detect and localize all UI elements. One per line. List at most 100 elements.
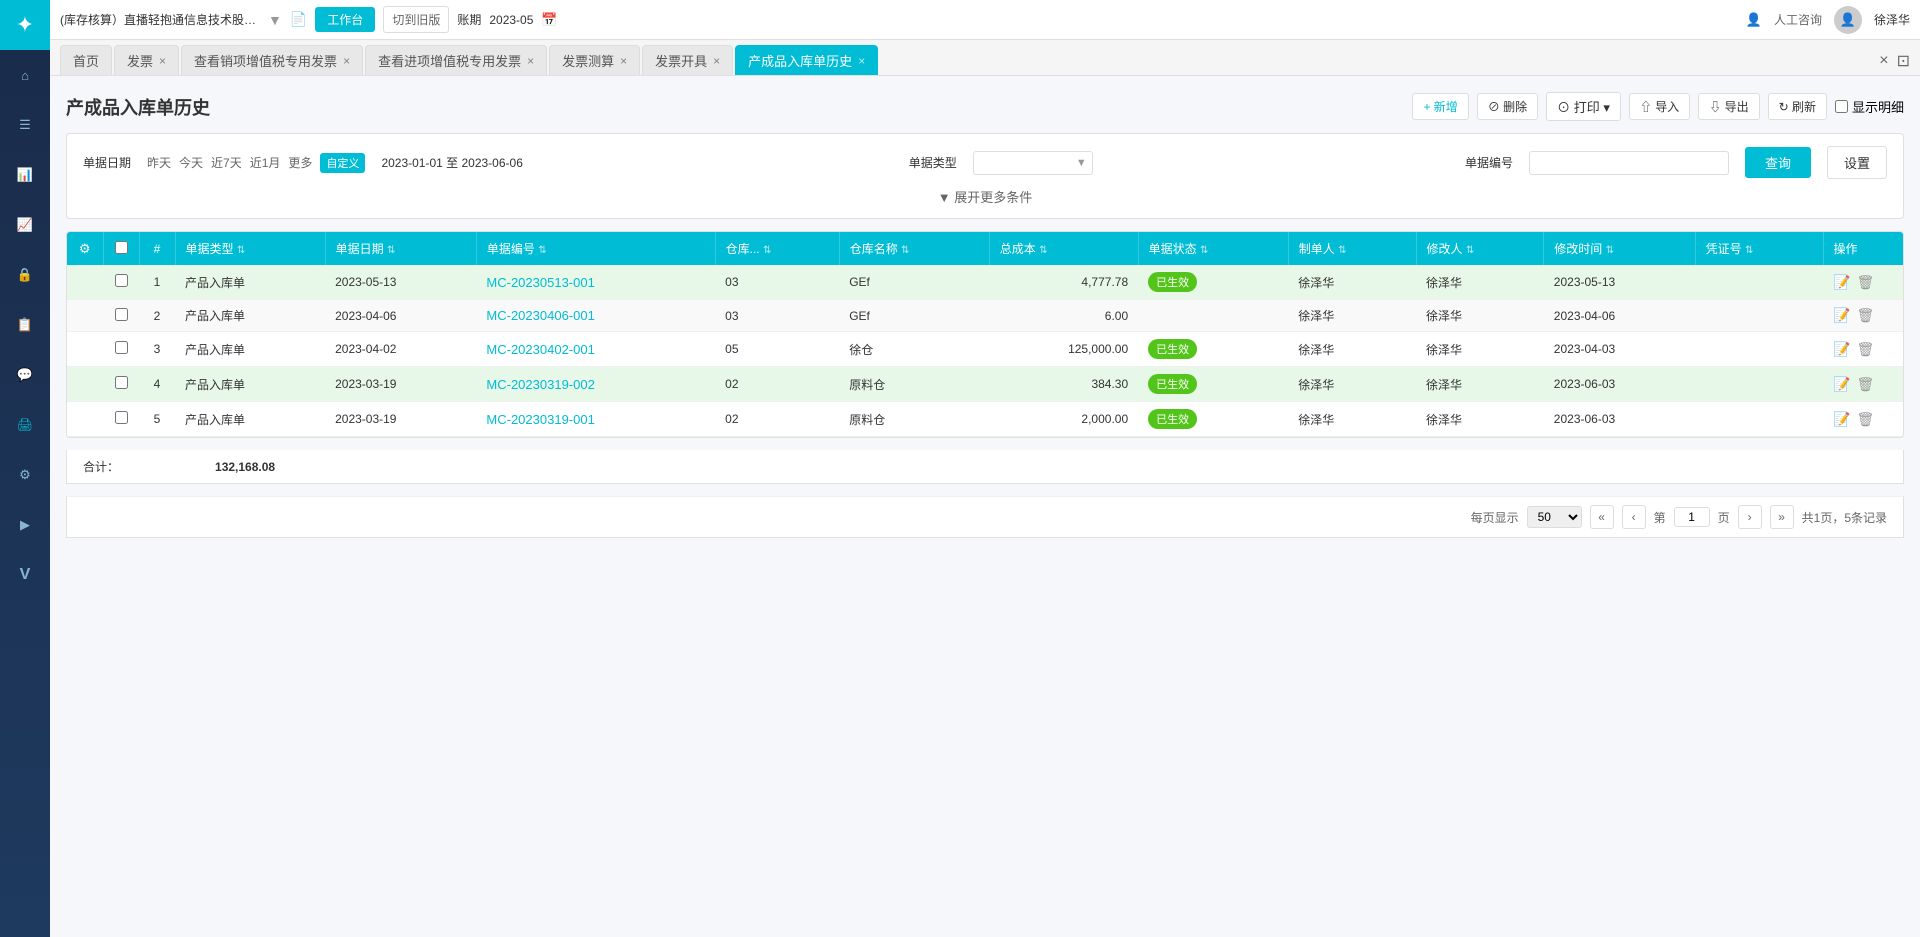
col-checkbox[interactable]: [103, 232, 139, 265]
calendar-icon[interactable]: 📅: [541, 12, 557, 28]
tab-close-all-icon[interactable]: ×: [1879, 52, 1888, 70]
chevron-down-icon[interactable]: ▼: [268, 12, 282, 28]
sidebar-item-print[interactable]: 🖨: [0, 400, 50, 450]
page-number-input[interactable]: [1674, 507, 1710, 527]
sidebar-item-settings[interactable]: ⚙: [0, 450, 50, 500]
row-number-link[interactable]: MC-20230319-001: [486, 412, 594, 427]
row-number-link[interactable]: MC-20230402-001: [486, 342, 594, 357]
delete-row-icon[interactable]: 🗑: [1856, 307, 1874, 324]
col-modifier[interactable]: 修改人 ⇅: [1416, 232, 1544, 265]
row-checkbox[interactable]: [115, 376, 128, 389]
last-page-button[interactable]: »: [1770, 505, 1794, 529]
tab-open-invoice-close[interactable]: ×: [713, 54, 720, 68]
row-checkbox-cell[interactable]: [103, 402, 139, 437]
edit-icon[interactable]: 📝: [1833, 341, 1850, 358]
row-checkbox[interactable]: [115, 274, 128, 287]
col-warehouse-name[interactable]: 仓库名称 ⇅: [839, 232, 989, 265]
edit-icon[interactable]: 📝: [1833, 376, 1850, 393]
period-switch-button[interactable]: 切到旧版: [383, 6, 449, 33]
next-page-button[interactable]: ›: [1738, 505, 1762, 529]
edit-icon[interactable]: 📝: [1833, 274, 1850, 291]
row-checkbox-cell[interactable]: [103, 300, 139, 332]
date-custom-btn[interactable]: 自定义: [320, 153, 365, 173]
select-all-checkbox[interactable]: [115, 241, 128, 254]
app-logo[interactable]: ✦: [0, 0, 50, 50]
col-warehouse-code[interactable]: 仓库... ⇅: [715, 232, 839, 265]
tab-sales-invoice-close[interactable]: ×: [343, 54, 350, 68]
tab-purchase-invoice[interactable]: 查看进项增值税专用发票 ×: [365, 45, 547, 75]
col-number[interactable]: 单据编号 ⇅: [476, 232, 715, 265]
tab-history[interactable]: 产成品入库单历史 ×: [735, 45, 878, 75]
copy-icon[interactable]: 📄: [290, 11, 307, 28]
first-page-button[interactable]: «: [1590, 505, 1614, 529]
tab-sales-invoice[interactable]: 查看销项增值税专用发票 ×: [181, 45, 363, 75]
row-checkbox-cell[interactable]: [103, 367, 139, 402]
col-modify-time[interactable]: 修改时间 ⇅: [1544, 232, 1695, 265]
date-yesterday[interactable]: 昨天: [147, 154, 171, 171]
row-number-link[interactable]: MC-20230406-001: [486, 308, 594, 323]
new-button[interactable]: + 新增: [1412, 93, 1468, 120]
sidebar-item-analytics[interactable]: 📈: [0, 200, 50, 250]
row-number-link[interactable]: MC-20230319-002: [486, 377, 594, 392]
workbench-button[interactable]: 工作台: [315, 7, 375, 32]
col-type[interactable]: 单据类型 ⇅: [175, 232, 325, 265]
row-number-link[interactable]: MC-20230513-001: [486, 275, 594, 290]
type-select[interactable]: [973, 151, 1093, 175]
col-voucher[interactable]: 凭证号 ⇅: [1695, 232, 1823, 265]
sidebar-item-tasks[interactable]: 📋: [0, 300, 50, 350]
row-checkbox-cell[interactable]: [103, 332, 139, 367]
settings-button[interactable]: 设置: [1827, 146, 1887, 179]
sidebar-item-play[interactable]: ▶: [0, 500, 50, 550]
date-1month[interactable]: 近1月: [250, 154, 281, 171]
number-input[interactable]: [1529, 151, 1729, 175]
row-checkbox-cell[interactable]: [103, 265, 139, 300]
edit-icon[interactable]: 📝: [1833, 307, 1850, 324]
row-checkbox[interactable]: [115, 411, 128, 424]
page-size-select[interactable]: 20 50 100 200: [1527, 506, 1582, 528]
row-number[interactable]: MC-20230402-001: [476, 332, 715, 367]
delete-row-icon[interactable]: 🗑: [1856, 341, 1874, 358]
row-number[interactable]: MC-20230406-001: [476, 300, 715, 332]
row-checkbox[interactable]: [115, 308, 128, 321]
tab-open-invoice[interactable]: 发票开具 ×: [642, 45, 733, 75]
tab-calc-close[interactable]: ×: [620, 54, 627, 68]
row-checkbox[interactable]: [115, 341, 128, 354]
prev-page-button[interactable]: ‹: [1622, 505, 1646, 529]
date-more[interactable]: 更多: [288, 154, 312, 171]
refresh-button[interactable]: ↻ 刷新: [1768, 93, 1827, 120]
delete-row-icon[interactable]: 🗑: [1856, 376, 1874, 393]
sidebar-item-home[interactable]: ⌂: [0, 50, 50, 100]
tab-calc[interactable]: 发票测算 ×: [549, 45, 640, 75]
tab-purchase-invoice-close[interactable]: ×: [527, 54, 534, 68]
col-total-cost[interactable]: 总成本 ⇅: [989, 232, 1138, 265]
col-date[interactable]: 单据日期 ⇅: [325, 232, 476, 265]
delete-row-icon[interactable]: 🗑: [1856, 274, 1874, 291]
date-7days[interactable]: 近7天: [211, 154, 242, 171]
sidebar-item-other[interactable]: V: [0, 550, 50, 600]
delete-row-icon[interactable]: 🗑: [1856, 411, 1874, 428]
sidebar-item-chart[interactable]: 📊: [0, 150, 50, 200]
col-status[interactable]: 单据状态 ⇅: [1138, 232, 1288, 265]
date-today[interactable]: 今天: [179, 154, 203, 171]
row-number[interactable]: MC-20230513-001: [476, 265, 715, 300]
import-button[interactable]: ⇧ 导入: [1629, 93, 1690, 120]
query-button[interactable]: 查询: [1745, 147, 1811, 178]
tab-maximize-icon[interactable]: ⊡: [1897, 51, 1910, 71]
row-number[interactable]: MC-20230319-001: [476, 402, 715, 437]
tab-history-close[interactable]: ×: [858, 54, 865, 68]
edit-icon[interactable]: 📝: [1833, 411, 1850, 428]
sidebar-item-menu[interactable]: ☰: [0, 100, 50, 150]
show-detail-checkbox[interactable]: [1835, 100, 1848, 113]
export-button[interactable]: ⇩ 导出: [1698, 93, 1759, 120]
help-link[interactable]: 人工咨询: [1774, 11, 1822, 28]
print-button[interactable]: ⊙ 打印 ▾: [1546, 92, 1621, 121]
col-creator[interactable]: 制单人 ⇅: [1288, 232, 1416, 265]
date-range-input[interactable]: [381, 156, 536, 170]
show-detail-checkbox-label[interactable]: 显示明细: [1835, 97, 1904, 116]
tab-invoice[interactable]: 发票 ×: [114, 45, 179, 75]
sidebar-item-lock[interactable]: 🔒: [0, 250, 50, 300]
tab-invoice-close[interactable]: ×: [159, 54, 166, 68]
tab-home[interactable]: 首页: [60, 45, 112, 75]
expand-more-btn[interactable]: ▼ 展开更多条件: [83, 187, 1887, 206]
sidebar-item-messages[interactable]: 💬: [0, 350, 50, 400]
